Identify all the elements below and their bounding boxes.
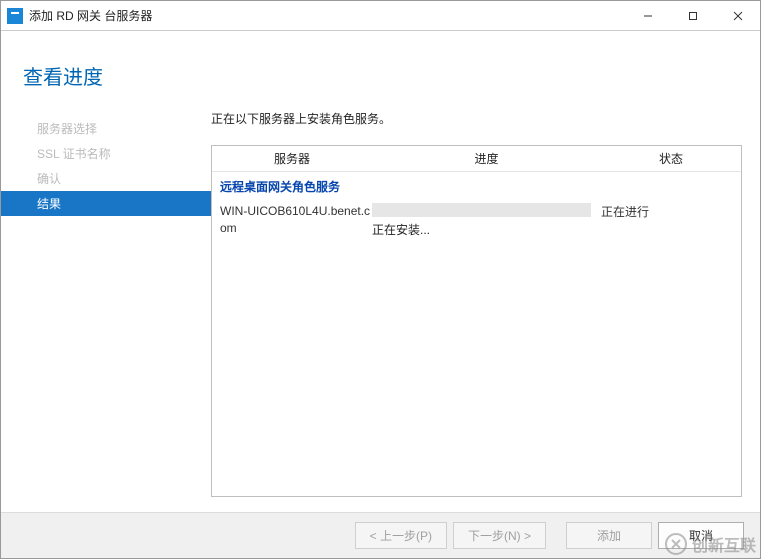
minimize-button[interactable] (625, 1, 670, 30)
window-title: 添加 RD 网关 台服务器 (29, 7, 625, 24)
column-status: 状态 (601, 146, 741, 171)
footer: < 上一步(P) 下一步(N) > 添加 取消 (1, 512, 760, 558)
group-row: 远程桌面网关角色服务 (212, 172, 741, 201)
header: 查看进度 (1, 31, 760, 110)
maximize-button[interactable] (670, 1, 715, 30)
cell-progress: 正在安装... (372, 203, 601, 238)
add-button: 添加 (566, 522, 652, 549)
instruction-text: 正在以下服务器上安装角色服务。 (211, 110, 742, 127)
table-row: WIN-UICOB610L4U.benet.com 正在安装... 正在进行 (212, 201, 741, 240)
progress-label: 正在安装... (372, 221, 591, 238)
app-icon (7, 8, 23, 24)
page-title: 查看进度 (23, 61, 760, 90)
prev-button: < 上一步(P) (355, 522, 447, 549)
titlebar: 添加 RD 网关 台服务器 (1, 1, 760, 31)
results-panel: 服务器 进度 状态 远程桌面网关角色服务 WIN-UICOB610L4U.ben… (211, 145, 742, 497)
sidebar-item-server-select: 服务器选择 (1, 116, 211, 141)
cell-status: 正在进行 (601, 203, 733, 220)
sidebar-item-results[interactable]: 结果 (1, 191, 211, 216)
next-button: 下一步(N) > (453, 522, 546, 549)
sidebar: 服务器选择 SSL 证书名称 确认 结果 (1, 110, 211, 497)
column-server: 服务器 (212, 146, 372, 171)
table-header: 服务器 进度 状态 (212, 146, 741, 172)
column-progress: 进度 (372, 146, 601, 171)
sidebar-item-confirm: 确认 (1, 166, 211, 191)
body: 服务器选择 SSL 证书名称 确认 结果 正在以下服务器上安装角色服务。 服务器… (1, 110, 760, 497)
cancel-button[interactable]: 取消 (658, 522, 744, 549)
close-button[interactable] (715, 1, 760, 30)
cell-server: WIN-UICOB610L4U.benet.com (220, 203, 372, 237)
sidebar-item-ssl-cert: SSL 证书名称 (1, 141, 211, 166)
progress-bar (372, 203, 591, 217)
content: 正在以下服务器上安装角色服务。 服务器 进度 状态 远程桌面网关角色服务 WIN… (211, 110, 760, 497)
window-controls (625, 1, 760, 30)
